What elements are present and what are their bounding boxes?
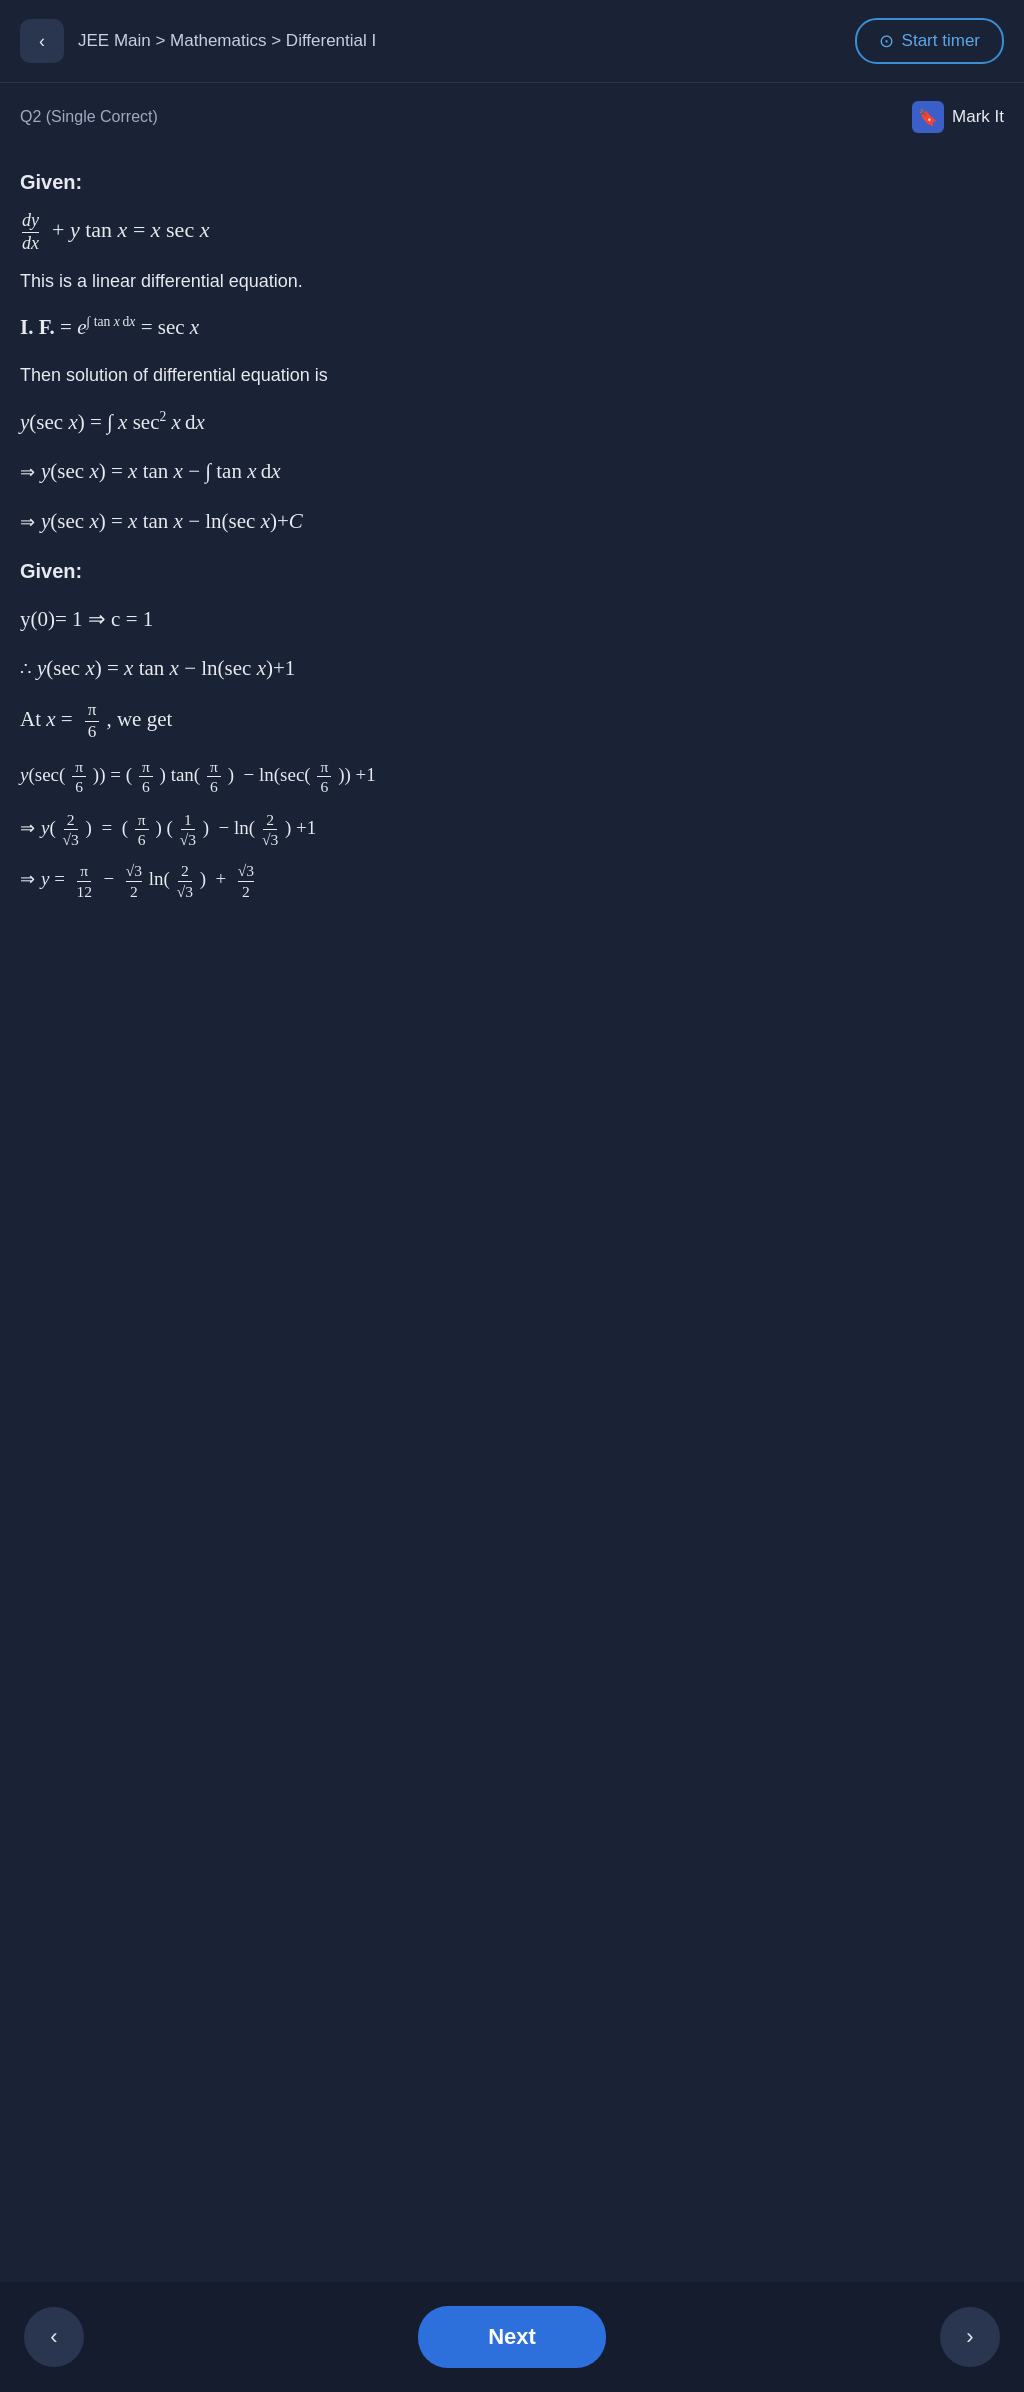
arrow-4: ⇒ <box>20 864 35 895</box>
frac-pi-6-d: π 6 <box>207 758 221 795</box>
next-button[interactable]: Next <box>418 2306 606 2368</box>
frac-sqrt3-2-b: √3 2 <box>238 862 254 899</box>
solution-eq-7: ⇒ y = π 12 − √3 2 ln( 2 √3 ) + √3 2 <box>20 862 1004 899</box>
linear-de-text: This is a linear differential equation. <box>20 266 1004 297</box>
solution-eq-3-text: y(sec x) = x tan x − ln(sec x)+C <box>41 504 303 540</box>
solution-eq-6: ⇒ y( 2 √3 ) = ( π 6 ) ( 1 √3 ) − ln( 2 <box>20 811 1004 848</box>
solution-eq-2: ⇒ y(sec x) = x tan x − ∫ tan x dx <box>20 454 1004 490</box>
solution-eq-3: ⇒ y(sec x) = x tan x − ln(sec x)+C <box>20 504 1004 540</box>
frac-1-sqrt3: 1 √3 <box>180 811 196 848</box>
fraction-dy-dx: dy dx <box>22 211 39 254</box>
frac-pi-6: π 6 <box>85 701 99 742</box>
equation-main: dy dx + y tan x = x sec x <box>20 211 1004 254</box>
header-left: ‹ JEE Main > Mathematics > Differential … <box>20 19 376 63</box>
arrow-1: ⇒ <box>20 457 35 488</box>
solution-eq-5: y(sec( π 6 )) = ( π 6 ) tan( π 6 ) − ln(… <box>20 758 1004 795</box>
frac-pi-6-e: π 6 <box>317 758 331 795</box>
timer-label: Start timer <box>902 31 980 51</box>
at-x-text: At x = π 6 , we get <box>20 701 1004 742</box>
bookmark-icon: 🔖 <box>918 108 938 127</box>
mark-icon: 🔖 <box>912 101 944 133</box>
start-timer-button[interactable]: ⊙ Start timer <box>855 18 1004 64</box>
bottom-navigation: ‹ Next › <box>0 2282 1024 2392</box>
solution-eq-4-text: y(sec x) = x tan x − ln(sec x)+1 <box>37 651 295 687</box>
arrow-2: ⇒ <box>20 507 35 538</box>
frac-2-sqrt3-b: 2 √3 <box>262 811 278 848</box>
then-solution-text: Then solution of differential equation i… <box>20 360 1004 391</box>
header: ‹ JEE Main > Mathematics > Differential … <box>0 0 1024 83</box>
frac-2-sqrt3-a: 2 √3 <box>63 811 79 848</box>
frac-pi-6-c: π 6 <box>139 758 153 795</box>
solution-eq-1: y(sec x) = ∫ x sec2 x dx <box>20 405 1004 441</box>
frac-pi-12: π 12 <box>76 862 92 899</box>
mark-it-label: Mark It <box>952 107 1004 127</box>
prev-button[interactable]: ‹ <box>24 2307 84 2367</box>
question-label: Q2 (Single Correct) <box>20 108 158 126</box>
mark-it-button[interactable]: 🔖 Mark It <box>912 101 1004 133</box>
prev-icon: ‹ <box>50 2324 57 2350</box>
initial-condition: y(0)= 1 ⇒ c = 1 <box>20 602 1004 638</box>
given-label-2: Given: <box>20 554 1004 588</box>
solution-content: Given: dy dx + y tan x = x sec x This is… <box>0 141 1024 1034</box>
back-icon: ‹ <box>39 31 45 52</box>
equation-main-text: dy dx + y tan x = x sec x <box>20 217 209 242</box>
timer-icon: ⊙ <box>879 30 894 52</box>
solution-eq-6-text: y( 2 √3 ) = ( π 6 ) ( 1 √3 ) − ln( 2 √3 <box>41 811 316 848</box>
arrow-3: ⇒ <box>20 813 35 844</box>
frac-pi-6-b: π 6 <box>72 758 86 795</box>
solution-eq-4: ∴ y(sec x) = x tan x − ln(sec x)+1 <box>20 651 1004 687</box>
frac-2-sqrt3-c: 2 √3 <box>177 862 193 899</box>
forward-button[interactable]: › <box>940 2307 1000 2367</box>
therefore-symbol: ∴ <box>20 654 31 685</box>
breadcrumb: JEE Main > Mathematics > Differential I <box>78 31 376 51</box>
frac-pi-6-f: π 6 <box>135 811 149 848</box>
if-text: I. F. = e∫ tan x dx = sec x <box>20 315 199 339</box>
solution-eq-2-text: y(sec x) = x tan x − ∫ tan x dx <box>41 454 281 490</box>
at-x-label: At x = π 6 , we get <box>20 707 172 731</box>
back-button[interactable]: ‹ <box>20 19 64 63</box>
forward-icon: › <box>966 2324 973 2350</box>
frac-sqrt3-2-a: √3 2 <box>126 862 142 899</box>
integrating-factor: I. F. = e∫ tan x dx = sec x <box>20 310 1004 346</box>
next-label: Next <box>488 2324 536 2349</box>
given-label-1: Given: <box>20 165 1004 199</box>
question-meta: Q2 (Single Correct) 🔖 Mark It <box>0 83 1024 141</box>
solution-eq-7-text: y = π 12 − √3 2 ln( 2 √3 ) + √3 2 <box>41 862 256 899</box>
